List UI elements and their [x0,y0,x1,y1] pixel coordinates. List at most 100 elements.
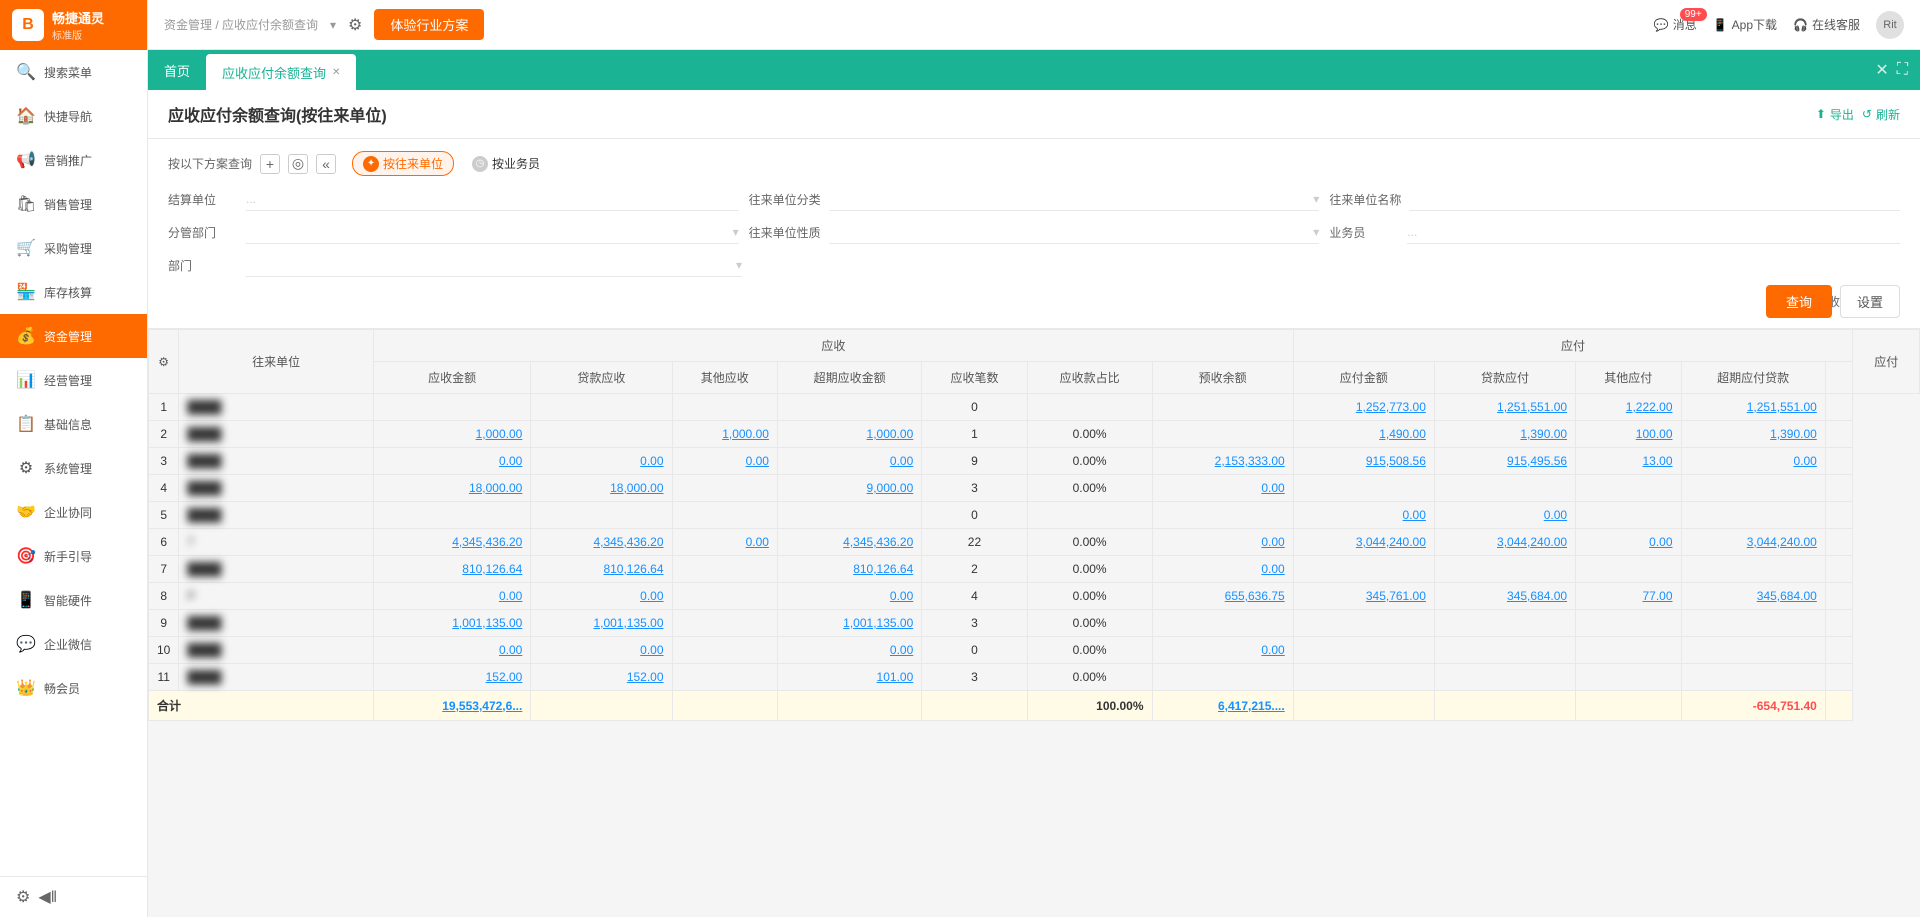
sidebar-item-inventory[interactable]: 🏪 库存核算 [0,270,147,314]
sidebar-item-basic[interactable]: 📋 基础信息 [0,402,147,446]
table-cell[interactable]: 101.00 [777,664,921,691]
table-cell[interactable]: 655,636.75 [1152,583,1293,610]
tab-ar-ap[interactable]: 应收应付余额查询 ✕ [206,54,356,90]
sidebar-item-marketing[interactable]: 📢 营销推广 [0,138,147,182]
table-cell[interactable]: 1,001,135.00 [373,610,530,637]
table-cell[interactable]: 1,252,773.00 [1293,394,1434,421]
table-cell[interactable]: 810,126.64 [531,556,672,583]
topbar-gear-icon[interactable]: ⚙ [348,15,362,35]
unit-name-input[interactable] [1409,188,1900,211]
table-cell[interactable]: 4,345,436.20 [531,529,672,556]
table-cell[interactable]: 4,345,436.20 [777,529,921,556]
table-cell[interactable]: 345,684.00 [1434,583,1575,610]
unit-nature-input[interactable]: ▾ [829,221,1320,244]
table-cell[interactable]: 1,001,135.00 [531,610,672,637]
table-cell[interactable]: 810,126.64 [777,556,921,583]
table-cell[interactable]: 0.00 [1293,502,1434,529]
table-cell[interactable]: 1,000.00 [777,421,921,448]
table-cell[interactable]: 18,000.00 [531,475,672,502]
table-cell[interactable]: 152.00 [531,664,672,691]
app-download-button[interactable]: 📱 App下载 [1713,16,1777,33]
sidebar-item-operations[interactable]: 📊 经营管理 [0,358,147,402]
table-cell[interactable]: 0.00 [373,583,530,610]
table-cell[interactable]: 3,044,240.00 [1293,529,1434,556]
table-wrapper[interactable]: ⚙ 往来单位 应收 应付 应付 应收金额 贷款应收 其他应收 超期应收金额 应收… [148,329,1920,917]
scheme-by-staff[interactable]: ◷ 按业务员 [462,151,550,176]
tab-home[interactable]: 首页 [148,50,206,90]
table-cell[interactable]: 345,684.00 [1681,583,1825,610]
table-cell[interactable]: 9,000.00 [777,475,921,502]
sidebar-item-hardware[interactable]: 📱 智能硬件 [0,578,147,622]
table-cell[interactable]: 1,390.00 [1681,421,1825,448]
table-cell[interactable]: 0.00 [1152,475,1293,502]
sidebar-item-purchase[interactable]: 🛒 采购管理 [0,226,147,270]
table-cell[interactable]: 810,126.64 [373,556,530,583]
table-cell[interactable]: 0.00 [1576,529,1681,556]
table-cell[interactable]: 0.00 [1681,448,1825,475]
sidebar-settings-icon[interactable]: ⚙ [16,887,30,907]
table-cell[interactable]: 0.00 [1434,502,1575,529]
table-cell[interactable]: 77.00 [1576,583,1681,610]
footer-ar-pre[interactable]: 6,417,215.... [1152,691,1293,721]
table-cell[interactable]: 0.00 [1152,529,1293,556]
table-cell[interactable]: 0.00 [777,583,921,610]
filter-collapse-button[interactable]: « [316,154,336,174]
table-cell[interactable]: 3,044,240.00 [1681,529,1825,556]
close-icon[interactable]: ✕ [1875,60,1888,80]
table-cell[interactable]: 0.00 [777,448,921,475]
filter-add-button[interactable]: + [260,154,280,174]
table-cell[interactable]: 0.00 [531,448,672,475]
table-cell[interactable]: 915,495.56 [1434,448,1575,475]
sub-dept-input[interactable]: ▾ [246,254,742,277]
table-cell[interactable]: 2,153,333.00 [1152,448,1293,475]
table-cell[interactable]: 0.00 [777,637,921,664]
topbar-cta-button[interactable]: 体验行业方案 [374,9,484,40]
table-cell[interactable]: 915,508.56 [1293,448,1434,475]
settlement-input[interactable]: ... [246,188,739,211]
table-cell[interactable]: 100.00 [1576,421,1681,448]
settings-col-header[interactable]: ⚙ [149,330,179,394]
unit-category-input[interactable]: ▾ [829,188,1320,211]
query-button[interactable]: 查询 [1766,285,1832,318]
table-cell[interactable]: 1,490.00 [1293,421,1434,448]
sidebar-item-sales[interactable]: 🛍 销售管理 [0,182,147,226]
table-cell[interactable]: 0.00 [531,583,672,610]
refresh-button[interactable]: ↺ 刷新 [1862,106,1900,123]
tab-close-icon[interactable]: ✕ [332,67,340,78]
user-avatar[interactable]: Rit [1876,11,1904,39]
settings-button[interactable]: 设置 [1840,285,1900,318]
table-cell[interactable]: 0.00 [531,637,672,664]
table-cell[interactable]: 0.00 [1152,637,1293,664]
table-cell[interactable]: 0.00 [672,529,777,556]
sidebar-item-nav[interactable]: 🏠 快捷导航 [0,94,147,138]
table-cell[interactable]: 1,390.00 [1434,421,1575,448]
table-cell[interactable]: 152.00 [373,664,530,691]
table-cell[interactable]: 13.00 [1576,448,1681,475]
sidebar-item-finance[interactable]: 💰 资金管理 [0,314,147,358]
scheme-by-unit[interactable]: ✦ 按往来单位 [352,151,454,176]
table-cell[interactable]: 1,251,551.00 [1434,394,1575,421]
table-cell[interactable]: 3,044,240.00 [1434,529,1575,556]
table-cell[interactable]: 345,761.00 [1293,583,1434,610]
table-cell[interactable]: 0.00 [1152,556,1293,583]
filter-settings-button[interactable]: ◎ [288,154,308,174]
expand-icon[interactable]: ⛶ [1897,61,1908,79]
sidebar-item-search[interactable]: 🔍 搜索菜单 [0,50,147,94]
table-cell[interactable]: 1,000.00 [373,421,530,448]
sidebar-item-member[interactable]: 👑 畅会员 [0,666,147,710]
salesperson-input[interactable]: ... [1407,221,1900,244]
table-cell[interactable]: 0.00 [373,448,530,475]
table-cell[interactable]: 18,000.00 [373,475,530,502]
sidebar-item-wechat[interactable]: 💬 企业微信 [0,622,147,666]
table-cell[interactable]: 0.00 [373,637,530,664]
dept-input[interactable]: ▾ [246,221,739,244]
footer-ar-amount[interactable]: 19,553,472,6... [373,691,530,721]
export-button[interactable]: ⬆ 导出 [1816,106,1854,123]
sidebar-collapse-icon[interactable]: ◀‖ [38,887,57,907]
table-cell[interactable]: 1,000.00 [672,421,777,448]
table-cell[interactable]: 0.00 [672,448,777,475]
sidebar-item-guide[interactable]: 🎯 新手引导 [0,534,147,578]
table-cell[interactable]: 1,001,135.00 [777,610,921,637]
table-cell[interactable]: 4,345,436.20 [373,529,530,556]
table-cell[interactable]: 1,222.00 [1576,394,1681,421]
